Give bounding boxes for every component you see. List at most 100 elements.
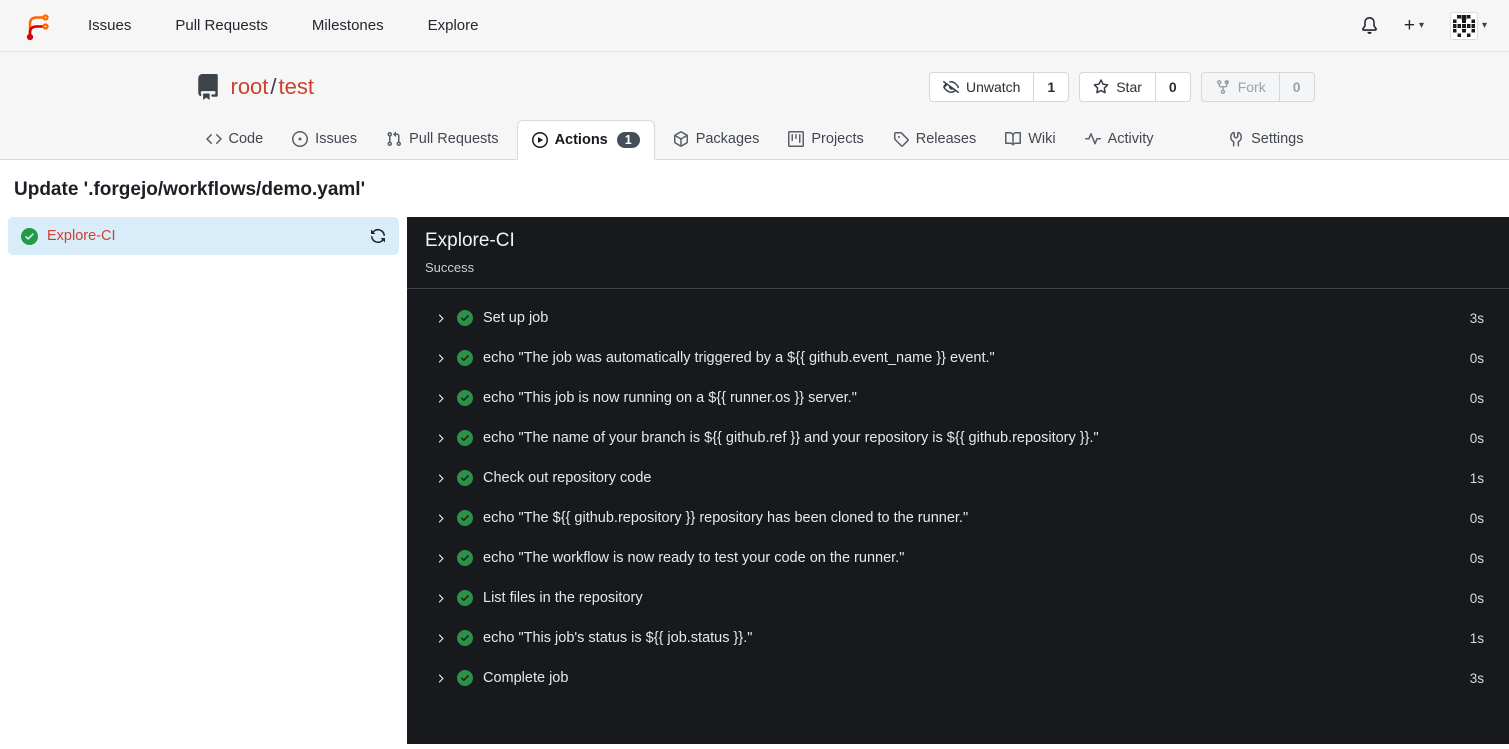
job-log-header: Explore-CI Success <box>407 217 1509 289</box>
top-navbar: Issues Pull Requests Milestones Explore … <box>0 0 1509 52</box>
check-success-icon <box>457 590 473 606</box>
step-duration: 0s <box>1469 510 1484 526</box>
chevron-down-icon: ▾ <box>1418 20 1424 31</box>
step-row[interactable]: Complete job 3s <box>434 658 1484 698</box>
code-icon <box>205 133 222 145</box>
fork-icon <box>1216 80 1229 95</box>
check-success-icon <box>457 470 473 486</box>
forgejo-logo-icon[interactable] <box>22 10 54 42</box>
check-success-icon <box>457 550 473 566</box>
package-icon <box>673 131 688 147</box>
wrench-icon <box>1230 131 1243 147</box>
unwatch-button[interactable]: Unwatch 1 <box>928 72 1070 102</box>
step-name: echo "The name of your branch is ${{ git… <box>483 430 1099 446</box>
repo-tabs: Code Issues Pull Requests Actions 1 Pack… <box>195 119 1315 160</box>
step-duration: 3s <box>1469 310 1484 326</box>
chevron-right-icon[interactable] <box>434 672 447 685</box>
rerun-sync-icon[interactable] <box>370 228 386 244</box>
fork-label: Fork <box>1237 79 1266 95</box>
star-count[interactable]: 0 <box>1154 73 1190 101</box>
step-duration: 0s <box>1469 550 1484 566</box>
create-new-button[interactable]: + ▾ <box>1404 16 1424 35</box>
tab-issues[interactable]: Issues <box>281 119 368 159</box>
tab-projects[interactable]: Projects <box>777 119 874 159</box>
star-label: Star <box>1116 79 1142 95</box>
step-name: Check out repository code <box>483 470 652 486</box>
fork-button: Fork 0 <box>1200 72 1315 102</box>
tab-activity[interactable]: Activity <box>1074 119 1165 159</box>
check-success-icon <box>457 510 473 526</box>
tab-wiki[interactable]: Wiki <box>994 119 1066 159</box>
nav-issues[interactable]: Issues <box>88 17 131 34</box>
project-icon <box>788 131 805 147</box>
book-icon <box>1005 131 1022 146</box>
job-item-explore-ci[interactable]: Explore-CI <box>8 217 399 255</box>
check-success-icon <box>457 670 473 686</box>
pulse-icon <box>1084 133 1101 145</box>
check-success-icon <box>457 390 473 406</box>
step-row[interactable]: echo "This job is now running on a ${{ r… <box>434 378 1484 418</box>
eye-slash-icon <box>942 81 959 94</box>
step-name: List files in the repository <box>483 590 643 606</box>
step-row[interactable]: echo "The name of your branch is ${{ git… <box>434 418 1484 458</box>
step-row[interactable]: List files in the repository 0s <box>434 578 1484 618</box>
tab-packages[interactable]: Packages <box>662 119 771 159</box>
tab-actions[interactable]: Actions 1 <box>516 120 655 160</box>
step-name: Complete job <box>483 670 569 686</box>
repo-title: root/test <box>195 74 314 100</box>
tab-code[interactable]: Code <box>195 119 275 159</box>
check-success-icon <box>21 227 38 245</box>
user-menu[interactable]: ▾ <box>1449 11 1487 40</box>
tab-releases[interactable]: Releases <box>882 119 987 159</box>
actions-run-page: Update '.forgejo/workflows/demo.yaml' Ex… <box>0 160 1509 744</box>
step-name: Set up job <box>483 310 549 326</box>
job-status-text: Success <box>425 260 475 275</box>
chevron-right-icon[interactable] <box>434 352 447 365</box>
chevron-right-icon[interactable] <box>434 632 447 645</box>
check-success-icon <box>457 350 473 366</box>
repo-path-separator: / <box>270 74 277 99</box>
chevron-right-icon[interactable] <box>434 312 447 325</box>
chevron-right-icon[interactable] <box>434 592 447 605</box>
step-duration: 3s <box>1469 670 1484 686</box>
chevron-right-icon[interactable] <box>434 552 447 565</box>
steps-list: Set up job 3s echo "The job was automati… <box>407 289 1509 698</box>
unwatch-label: Unwatch <box>965 79 1021 95</box>
chevron-right-icon[interactable] <box>434 392 447 405</box>
chevron-right-icon[interactable] <box>434 432 447 445</box>
step-duration: 1s <box>1469 470 1484 486</box>
topnav-right: + ▾ ▾ <box>1361 11 1487 40</box>
star-button[interactable]: Star 0 <box>1079 72 1191 102</box>
chevron-right-icon[interactable] <box>434 512 447 525</box>
fork-count: 0 <box>1278 73 1314 101</box>
tag-icon <box>893 132 909 147</box>
repo-owner-link[interactable]: root <box>231 74 269 99</box>
step-row[interactable]: Check out repository code 1s <box>434 458 1484 498</box>
nav-milestones[interactable]: Milestones <box>312 17 384 34</box>
step-row[interactable]: echo "This job's status is ${{ job.statu… <box>434 618 1484 658</box>
step-name: echo "The workflow is now ready to test … <box>483 550 905 566</box>
step-name: echo "This job is now running on a ${{ r… <box>483 390 857 406</box>
nav-pull-requests[interactable]: Pull Requests <box>175 17 268 34</box>
notifications-bell-icon[interactable] <box>1361 17 1378 34</box>
job-name[interactable]: Explore-CI <box>47 228 116 244</box>
step-row[interactable]: echo "The job was automatically triggere… <box>434 338 1484 378</box>
step-row[interactable]: echo "The workflow is now ready to test … <box>434 538 1484 578</box>
job-log-title: Explore-CI <box>425 230 515 251</box>
watch-count[interactable]: 1 <box>1033 73 1068 101</box>
check-success-icon <box>457 430 473 446</box>
step-row[interactable]: echo "The ${{ github.repository }} repos… <box>434 498 1484 538</box>
nav-explore[interactable]: Explore <box>428 17 479 34</box>
issue-icon <box>292 131 309 147</box>
run-title: Update '.forgejo/workflows/demo.yaml' <box>14 179 366 200</box>
tab-pull-requests[interactable]: Pull Requests <box>375 119 509 159</box>
actions-count-badge: 1 <box>616 132 640 148</box>
jobs-sidebar: Explore-CI <box>0 217 407 744</box>
tab-settings[interactable]: Settings <box>1217 119 1314 159</box>
chevron-right-icon[interactable] <box>434 472 447 485</box>
step-name: echo "The ${{ github.repository }} repos… <box>483 510 969 526</box>
repo-name-link[interactable]: test <box>279 74 314 99</box>
step-row[interactable]: Set up job 3s <box>434 298 1484 338</box>
star-icon <box>1093 79 1109 94</box>
step-duration: 0s <box>1469 390 1484 406</box>
